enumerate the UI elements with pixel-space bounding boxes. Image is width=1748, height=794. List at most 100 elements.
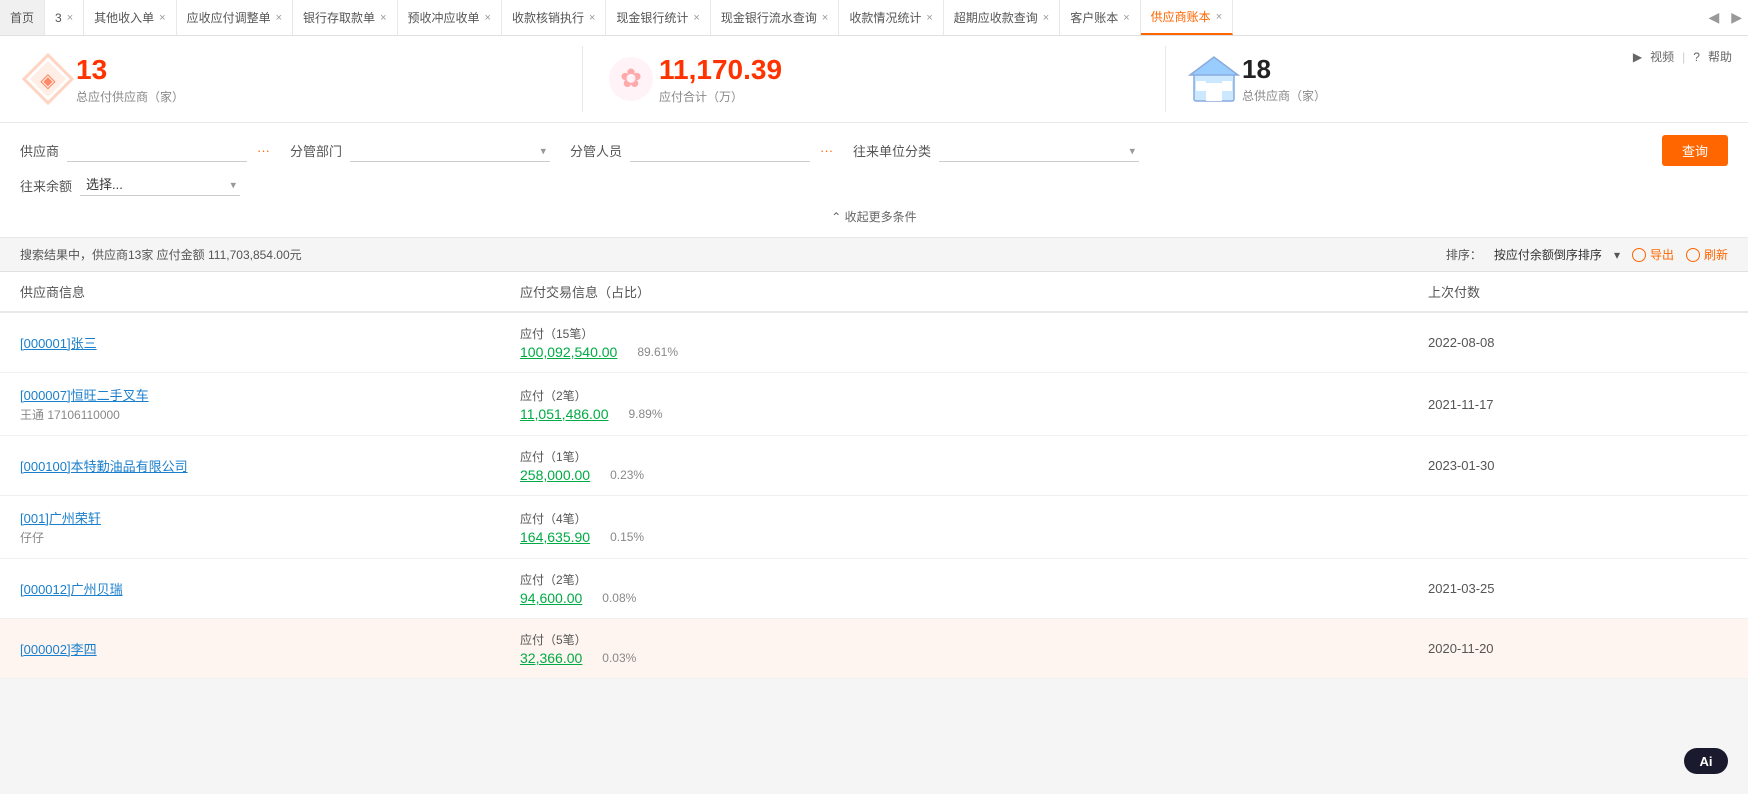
nav-tab-cash-flow-query[interactable]: 现金银行流水查询× bbox=[711, 0, 839, 35]
trans-info: 应付（1笔） 258,000.00 0.23% bbox=[520, 448, 1428, 483]
trans-cell: 应付（2笔） 11,051,486.00 9.89% bbox=[520, 387, 1428, 422]
trans-row: 258,000.00 0.23% bbox=[520, 467, 1428, 483]
nav-tab-close-cash-flow-query[interactable]: × bbox=[822, 12, 828, 24]
help-icon: ? bbox=[1693, 50, 1700, 64]
trans-cell: 应付（1笔） 258,000.00 0.23% bbox=[520, 448, 1428, 483]
last-pay-cell: 2023-01-30 bbox=[1428, 458, 1728, 473]
supplier-sub: 王通 17106110000 bbox=[20, 406, 520, 423]
export-btn[interactable]: 导出 bbox=[1632, 246, 1674, 263]
trans-amount[interactable]: 258,000.00 bbox=[520, 467, 590, 483]
sort-prefix: 排序： bbox=[1446, 246, 1482, 263]
top-navigation: 首页3×其他收入单×应收应付调整单×银行存取款单×预收冲应收单×收款核销执行×现… bbox=[0, 0, 1748, 36]
refresh-btn[interactable]: 刷新 bbox=[1686, 246, 1728, 263]
supplier-input[interactable] bbox=[67, 140, 247, 162]
sort-label[interactable]: 按应付余额倒序排序 bbox=[1494, 246, 1602, 263]
supplier-link[interactable]: [001]广州荣轩 bbox=[20, 511, 101, 526]
nav-tab-close-other-income[interactable]: × bbox=[159, 12, 165, 24]
stat-number-2: 18 bbox=[1242, 54, 1326, 85]
stat-number-1: 11,170.39 bbox=[659, 53, 782, 87]
nav-prev-arrow[interactable]: ◀ bbox=[1702, 0, 1725, 35]
ai-badge-label: Ai bbox=[1700, 754, 1713, 769]
nav-tab-prepay-ar[interactable]: 预收冲应收单× bbox=[398, 0, 502, 35]
top-right-links: ▶ 视频 | ? 帮助 bbox=[1633, 48, 1732, 65]
nav-tab-other-income[interactable]: 其他收入单× bbox=[84, 0, 176, 35]
balance-select[interactable]: 选择... bbox=[80, 174, 240, 196]
nav-tab-close-overdue-ar[interactable]: × bbox=[1043, 12, 1049, 24]
supplier-cell: [001]广州荣轩 仔仔 bbox=[20, 508, 520, 546]
stat-number-0: 13 bbox=[76, 53, 184, 87]
last-pay-cell: 2021-03-25 bbox=[1428, 581, 1728, 596]
supplier-link[interactable]: [000002]李四 bbox=[20, 642, 97, 657]
unit-type-label: 往来单位分类 bbox=[853, 141, 931, 160]
last-pay-cell: 2020-11-20 bbox=[1428, 641, 1728, 656]
nav-tab-supplier-book[interactable]: 供应商账本× bbox=[1141, 0, 1233, 35]
search-row-2: 往来余额 选择... bbox=[20, 174, 1728, 196]
supplier-sub: 仔仔 bbox=[20, 529, 520, 546]
dept-select-wrapper bbox=[350, 140, 550, 162]
nav-next-arrow[interactable]: ▶ bbox=[1725, 0, 1748, 35]
nav-tab-close-cash-bank-stat[interactable]: × bbox=[693, 12, 699, 24]
trans-label: 应付（1笔） bbox=[520, 448, 1428, 465]
nav-tab-close-ar-ap-adjust[interactable]: × bbox=[276, 12, 282, 24]
nav-tab-close-supplier-book[interactable]: × bbox=[1216, 11, 1222, 23]
nav-tab-cash-bank-stat[interactable]: 现金银行统计× bbox=[606, 0, 710, 35]
last-pay-date: 2022-08-08 bbox=[1428, 335, 1495, 350]
export-label: 导出 bbox=[1650, 246, 1674, 263]
nav-tab-close-receipt-verify[interactable]: × bbox=[589, 12, 595, 24]
trans-info: 应付（5笔） 32,366.00 0.03% bbox=[520, 631, 1428, 666]
nav-tab-close-prepay-ar[interactable]: × bbox=[485, 12, 491, 24]
trans-amount[interactable]: 32,366.00 bbox=[520, 650, 582, 666]
trans-amount[interactable]: 11,051,486.00 bbox=[520, 406, 609, 422]
supplier-cell: [000001]张三 bbox=[20, 333, 520, 352]
nav-tab-close-receipt-stat[interactable]: × bbox=[926, 12, 932, 24]
trans-label: 应付（15笔） bbox=[520, 325, 1428, 342]
dept-label: 分管部门 bbox=[290, 141, 342, 160]
dept-field: 分管部门 bbox=[290, 140, 550, 162]
nav-tab-overdue-ar[interactable]: 超期应收款查询× bbox=[944, 0, 1060, 35]
ai-badge[interactable]: Ai bbox=[1684, 748, 1728, 774]
table-row: [000002]李四 应付（5笔） 32,366.00 0.03% 2020-1… bbox=[0, 619, 1748, 679]
supplier-link[interactable]: [000100]本特勤油品有限公司 bbox=[20, 459, 188, 474]
trans-info: 应付（2笔） 94,600.00 0.08% bbox=[520, 571, 1428, 606]
trans-percent: 9.89% bbox=[629, 407, 663, 421]
results-bar: 搜索结果中，供应商13家 应付金额 111,703,854.00元 排序： 按应… bbox=[0, 238, 1748, 272]
trans-amount[interactable]: 100,092,540.00 bbox=[520, 344, 617, 360]
supplier-link[interactable]: [000001]张三 bbox=[20, 336, 97, 351]
trans-label: 应付（5笔） bbox=[520, 631, 1428, 648]
nav-tab-home[interactable]: 首页 bbox=[0, 0, 45, 35]
nav-tab-receipt-verify[interactable]: 收款核销执行× bbox=[502, 0, 606, 35]
collapse-bar[interactable]: ⌃ 收起更多条件 bbox=[20, 204, 1728, 229]
nav-tab-ar-ap-adjust[interactable]: 应收应付调整单× bbox=[177, 0, 293, 35]
results-summary: 搜索结果中，供应商13家 应付金额 111,703,854.00元 bbox=[20, 246, 302, 263]
supplier-field: 供应商 ··· bbox=[20, 140, 270, 162]
table-row: [001]广州荣轩 仔仔 应付（4笔） 164,635.90 0.15% bbox=[0, 496, 1748, 559]
manager-input[interactable] bbox=[630, 140, 810, 162]
dept-select[interactable] bbox=[350, 140, 550, 162]
svg-text:◈: ◈ bbox=[40, 70, 56, 92]
nav-tab-receipt-stat[interactable]: 收款情况统计× bbox=[839, 0, 943, 35]
manager-dots[interactable]: ··· bbox=[820, 143, 833, 158]
nav-tab-tab3[interactable]: 3× bbox=[45, 0, 84, 35]
supplier-link[interactable]: [000012]广州贝瑞 bbox=[20, 582, 123, 597]
supplier-dots[interactable]: ··· bbox=[257, 143, 270, 158]
stat-item-0: ◈ 13 总应付供应商（家） bbox=[0, 46, 583, 112]
unit-type-select[interactable] bbox=[939, 140, 1139, 162]
supplier-link[interactable]: [000007]恒旺二手叉车 bbox=[20, 388, 149, 403]
stat-content-1: 11,170.39 应付合计（万） bbox=[659, 53, 782, 106]
trans-amount[interactable]: 94,600.00 bbox=[520, 590, 582, 606]
trans-cell: 应付（15笔） 100,092,540.00 89.61% bbox=[520, 325, 1428, 360]
trans-cell: 应付（4笔） 164,635.90 0.15% bbox=[520, 510, 1428, 545]
trans-row: 11,051,486.00 9.89% bbox=[520, 406, 1428, 422]
video-link[interactable]: 视频 bbox=[1650, 48, 1674, 65]
trans-amount[interactable]: 164,635.90 bbox=[520, 529, 590, 545]
trans-row: 94,600.00 0.08% bbox=[520, 590, 1428, 606]
nav-tab-customer-book[interactable]: 客户账本× bbox=[1060, 0, 1140, 35]
nav-tab-close-customer-book[interactable]: × bbox=[1123, 12, 1129, 24]
help-link[interactable]: 帮助 bbox=[1708, 48, 1732, 65]
nav-tab-close-bank-deposit[interactable]: × bbox=[380, 12, 386, 24]
header-lastpay: 上次付数 bbox=[1428, 282, 1728, 301]
header-supplier: 供应商信息 bbox=[20, 282, 520, 301]
nav-tab-bank-deposit[interactable]: 银行存取款单× bbox=[293, 0, 397, 35]
nav-tab-close-tab3[interactable]: × bbox=[67, 12, 73, 24]
query-button[interactable]: 查询 bbox=[1662, 135, 1728, 166]
